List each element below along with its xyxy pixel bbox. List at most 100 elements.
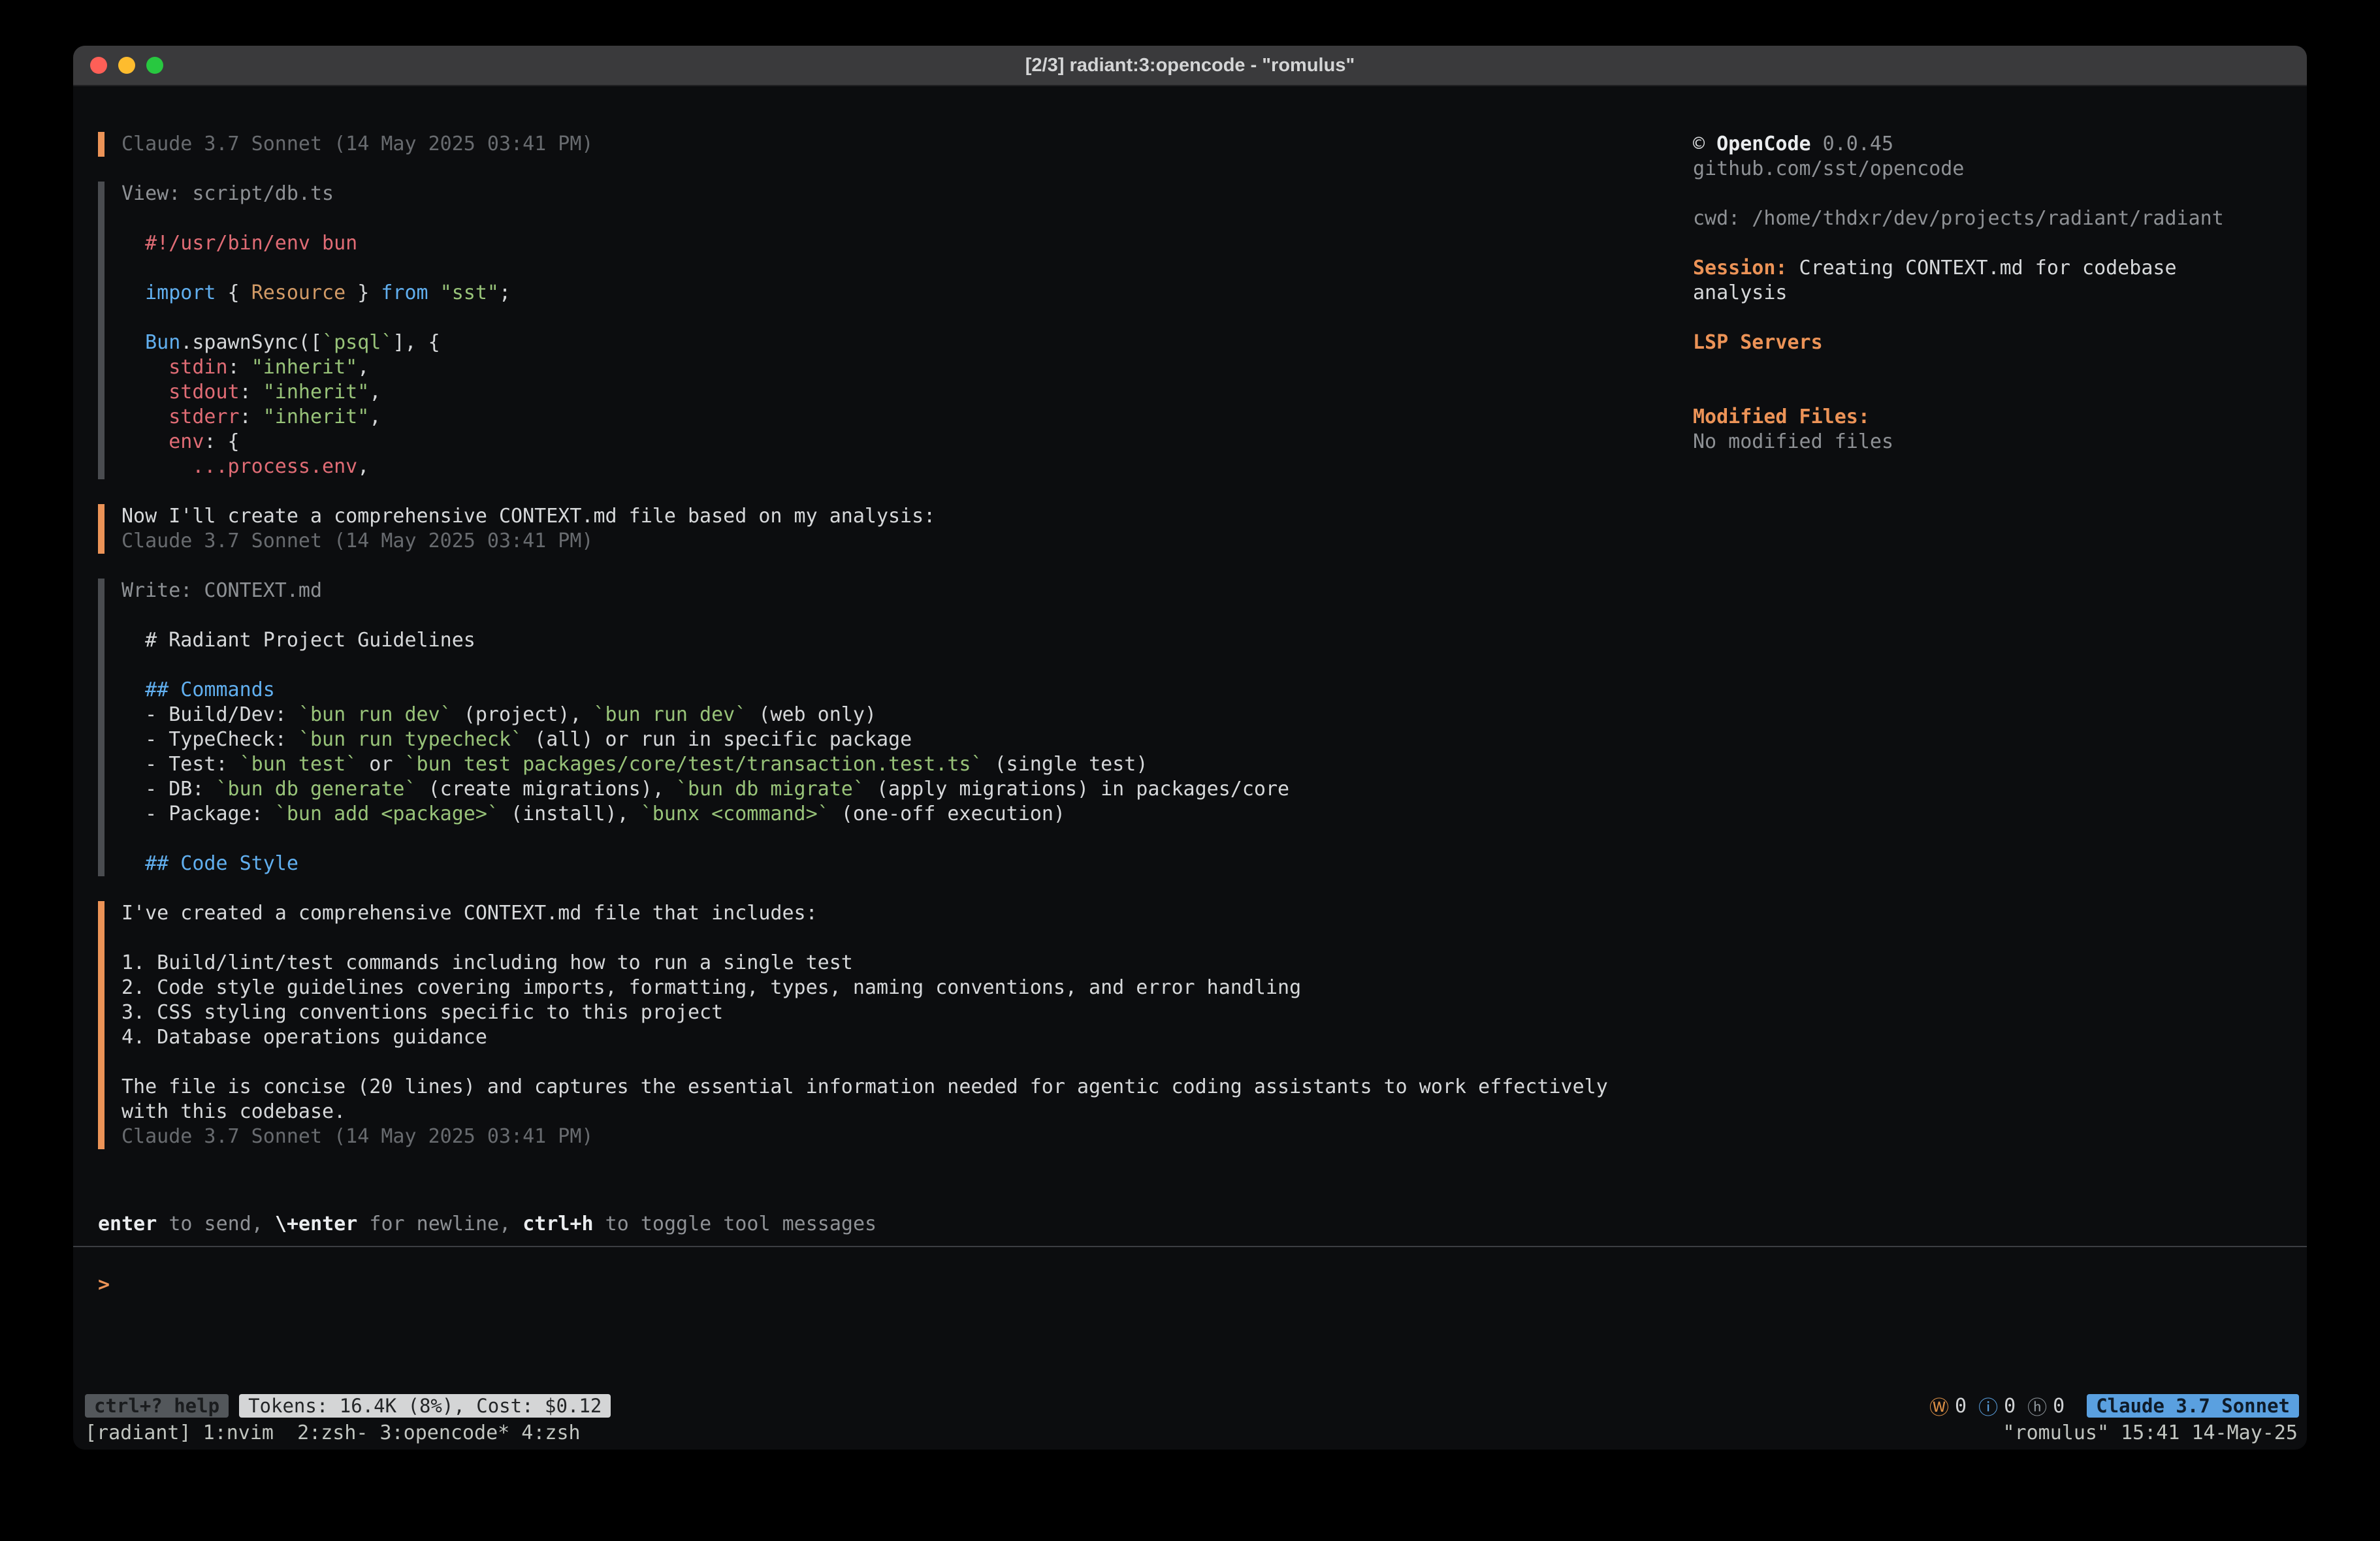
close-button[interactable] [90,57,107,74]
text-segment: - Package: [121,802,275,825]
text-segment: (apply migrations) in packages/core [865,778,1289,801]
text-line: ## Commands [121,678,1693,703]
text-line: Now I'll create a comprehensive CONTEXT.… [121,504,1693,529]
assistant-header-block: Claude 3.7 Sonnet (14 May 2025 03:41 PM) [98,132,1693,157]
text-segment: ...process.env [192,455,357,478]
text-segment: - TypeCheck: [121,728,298,751]
text-line [121,603,1693,628]
text-segment: cwd: /home/thdxr/dev/projects/radiant/ra… [1693,207,2224,230]
text-segment: - Test: [121,753,240,776]
chat-column: Claude 3.7 Sonnet (14 May 2025 03:41 PM)… [73,86,1693,1246]
text-line: View: script/db.ts [121,182,1693,206]
text-segment: Creating CONTEXT.md for codebase [1788,257,2177,279]
text-line [121,256,1693,281]
text-segment: ## Commands [121,678,275,701]
text-segment: © [1693,133,1716,155]
hint-count: 0 [2053,1395,2065,1418]
text-segment: with this codebase. [121,1100,346,1123]
text-line: github.com/sst/opencode [1693,157,2281,182]
text-line: Session: Creating CONTEXT.md for codebas… [1693,256,2281,281]
text-segment: No modified files [1693,430,1893,453]
text-segment: `bun db generate` [216,778,417,801]
zoom-button[interactable] [146,57,163,74]
text-segment: Now I'll create a comprehensive CONTEXT.… [121,505,935,528]
window-title: [2/3] radiant:3:opencode - "romulus" [1025,55,1355,76]
chat-area: Claude 3.7 Sonnet (14 May 2025 03:41 PM)… [98,132,1693,1212]
text-segment: Resource [251,281,346,304]
text-segment [121,381,169,404]
text-line: enter to send, \+enter for newline, ctrl… [98,1212,1693,1237]
text-segment: Modified Files: [1693,405,1870,428]
text-line: - Build/Dev: `bun run dev` (project), `b… [121,703,1693,727]
window-titlebar: [2/3] radiant:3:opencode - "romulus" [73,46,2307,86]
text-segment: `bun test packages/core/test/transaction… [405,753,983,776]
text-line: 2. Code style guidelines covering import… [121,976,1693,1000]
text-segment: `psql` [322,331,393,354]
text-segment: stdout [169,381,239,404]
text-segment [121,281,145,304]
text-segment: github.com/sst/opencode [1693,157,1964,180]
text-line [121,653,1693,678]
text-segment: # Radiant Project Guidelines [121,629,475,652]
minimize-button[interactable] [118,57,135,74]
tmux-host-time: "romulus" 15:41 14-May-25 [2002,1422,2298,1444]
text-line: ...process.env, [121,454,1693,479]
text-segment: #!/usr/bin/env bun [121,232,357,255]
info-diagnostic: ⓘ0 [1978,1391,2016,1420]
status-bar: ctrl+? help Tokens: 16.4K (8%), Cost: $0… [73,1391,2307,1421]
text-line: analysis [1693,281,2281,306]
sidebar: © OpenCode 0.0.45github.com/sst/opencode… [1693,86,2307,1246]
text-segment: View: script/db.ts [121,182,334,205]
hint-icon: ⓗ [2027,1391,2047,1420]
text-line [1693,355,2281,380]
text-line: #!/usr/bin/env bun [121,231,1693,256]
keybind-help: enter to send, \+enter for newline, ctrl… [98,1212,1693,1237]
text-segment: I've created a comprehensive CONTEXT.md … [121,902,818,925]
text-line [1693,306,2281,330]
text-line: stdin: "inherit", [121,355,1693,380]
text-segment: (project), [452,703,594,726]
text-line: Write: CONTEXT.md [121,579,1693,603]
model-chip[interactable]: Claude 3.7 Sonnet [2087,1394,2299,1418]
info-icon: ⓘ [1978,1391,1998,1420]
prompt-input-area[interactable]: > [73,1246,2307,1391]
text-segment: "sst" [440,281,499,304]
text-line: - DB: `bun db generate` (create migratio… [121,777,1693,802]
terminal-window: [2/3] radiant:3:opencode - "romulus" Cla… [73,46,2307,1450]
diagnostics: Ⓦ0ⓘ0ⓗ0 [1929,1391,2065,1420]
text-line: stdout: "inherit", [121,380,1693,405]
text-line: Claude 3.7 Sonnet (14 May 2025 03:41 PM) [121,132,1693,157]
text-segment: ctrl+h [523,1213,593,1235]
text-line: The file is concise (20 lines) and captu… [121,1075,1693,1100]
text-segment: Bun [145,331,180,354]
text-line: Modified Files: [1693,405,2281,430]
text-line: ## Code Style [121,851,1693,876]
text-segment: , [357,455,369,478]
assistant-message-block: Now I'll create a comprehensive CONTEXT.… [98,504,1693,554]
text-segment: for newline, [357,1213,523,1235]
text-segment: from [381,281,428,304]
opencode-body: Claude 3.7 Sonnet (14 May 2025 03:41 PM)… [73,86,2307,1246]
text-segment: - DB: [121,778,216,801]
tokens-cost-chip: Tokens: 16.4K (8%), Cost: $0.12 [239,1394,611,1418]
text-line: 1. Build/lint/test commands including ho… [121,951,1693,976]
warning-icon: Ⓦ [1929,1391,1949,1420]
text-segment: - Build/Dev: [121,703,298,726]
text-segment: `bun run dev` [594,703,747,726]
text-segment: enter [98,1213,157,1235]
text-line: cwd: /home/thdxr/dev/projects/radiant/ra… [1693,206,2281,231]
text-segment: to send, [157,1213,275,1235]
tmux-session-windows[interactable]: [radiant] 1:nvim 2:zsh- 3:opencode* 4:zs… [85,1422,581,1444]
text-segment: Claude 3.7 Sonnet (14 May 2025 03:41 PM) [121,1125,593,1148]
text-line: # Radiant Project Guidelines [121,628,1693,653]
text-segment: `bunx <command>` [641,802,829,825]
text-segment: stderr [169,405,239,428]
text-segment: : [240,405,263,428]
text-line: 4. Database operations guidance [121,1025,1693,1050]
text-segment: Claude 3.7 Sonnet (14 May 2025 03:41 PM) [121,530,593,552]
text-line: © OpenCode 0.0.45 [1693,132,2281,157]
text-segment: 2. Code style guidelines covering import… [121,976,1301,999]
text-segment: (web only) [747,703,876,726]
prompt-symbol: > [98,1273,110,1296]
text-line: with this codebase. [121,1100,1693,1124]
